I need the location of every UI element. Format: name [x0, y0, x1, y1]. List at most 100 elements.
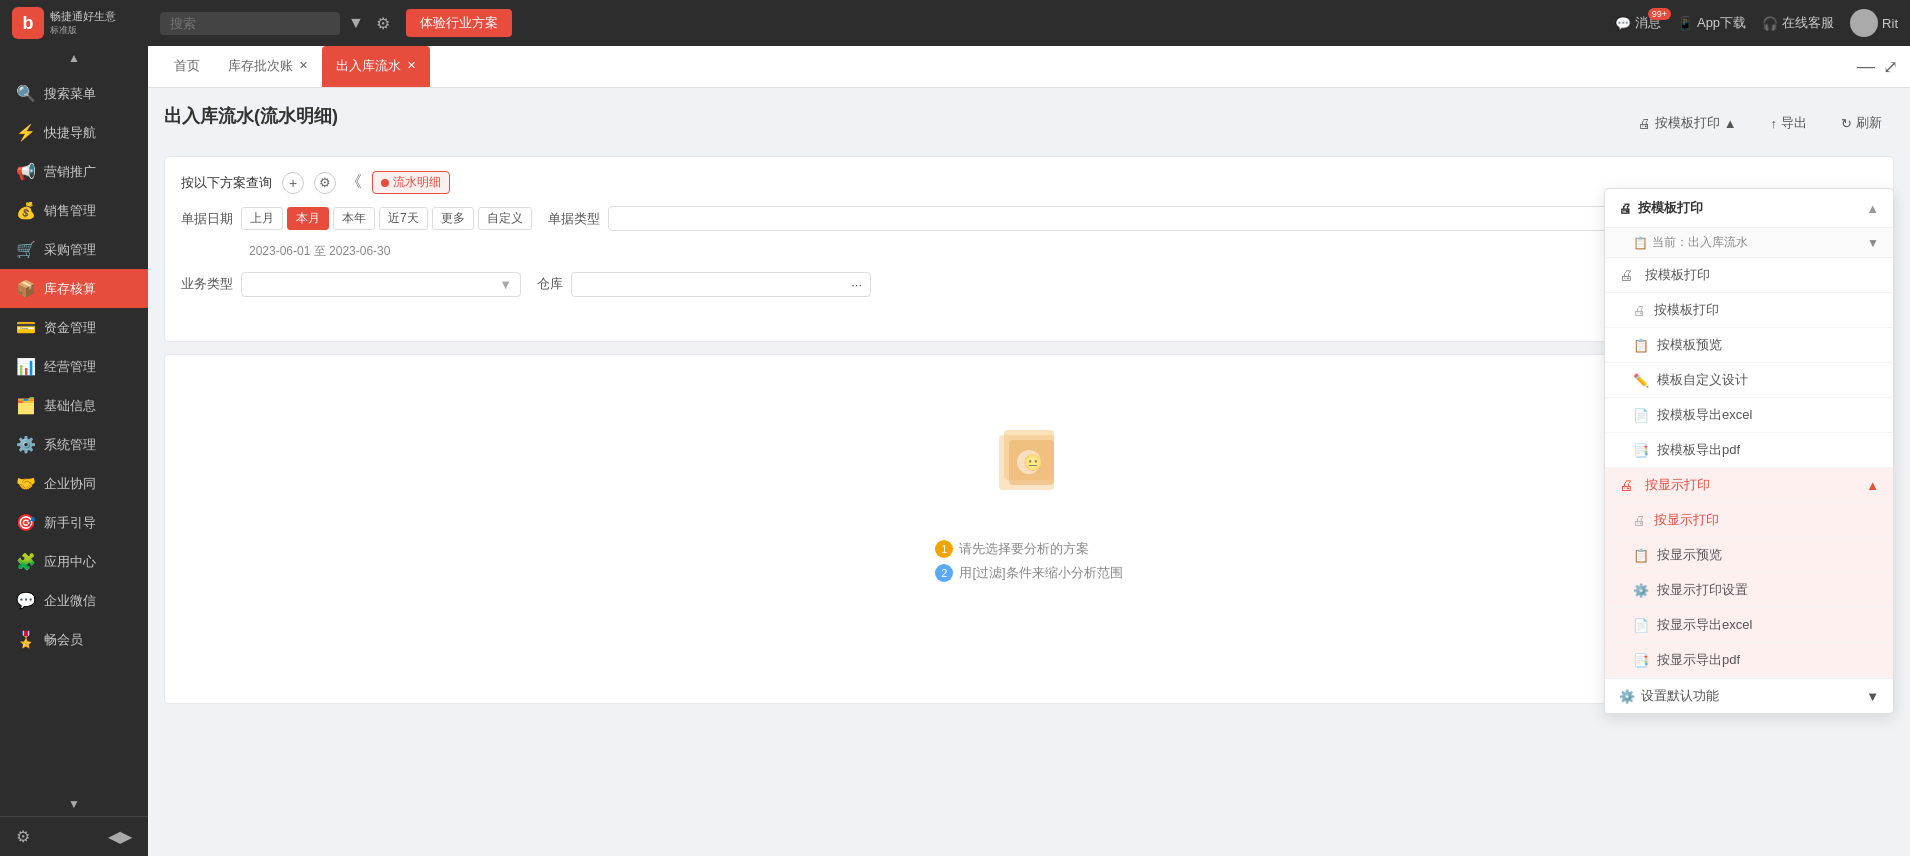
sidebar-item-search-menu[interactable]: 🔍 搜索菜单 [0, 74, 148, 113]
sidebar-item-sales[interactable]: 💰 销售管理 [0, 191, 148, 230]
print-dropdown-collapse-icon[interactable]: ▲ [1866, 201, 1879, 216]
online-service-item[interactable]: 🎧 在线客服 [1762, 14, 1834, 32]
display-export-excel-item[interactable]: 📄 按显示导出excel [1605, 608, 1893, 643]
refresh-btn[interactable]: ↻ 刷新 [1829, 109, 1894, 137]
tab-home[interactable]: 首页 [160, 46, 214, 87]
export-btn[interactable]: ↑ 导出 [1759, 109, 1820, 137]
username-label: Rit [1882, 16, 1898, 31]
template-export-pdf-item[interactable]: 📑 按模板导出pdf [1605, 433, 1893, 468]
basic-info-icon: 🗂️ [16, 396, 36, 415]
date-btn-custom[interactable]: 自定义 [478, 207, 532, 230]
tab-minimize-btn[interactable]: — [1857, 56, 1875, 77]
display-preview-icon: 📋 [1633, 548, 1649, 563]
display-preview-item[interactable]: 📋 按显示预览 [1605, 538, 1893, 573]
operations-icon: 📊 [16, 357, 36, 376]
default-settings-item[interactable]: ⚙️ 设置默认功能 ▼ [1605, 678, 1893, 713]
display-print-item-label: 按显示打印 [1654, 511, 1719, 529]
display-preview-label: 按显示预览 [1657, 546, 1722, 564]
date-btn-more[interactable]: 更多 [432, 207, 474, 230]
template-print-item[interactable]: 🖨 按模板打印 [1605, 293, 1893, 328]
sidebar-item-wechat[interactable]: 💬 企业微信 [0, 581, 148, 620]
sidebar-item-quick-nav[interactable]: ⚡ 快捷导航 [0, 113, 148, 152]
empty-tips: 1 请先选择要分析的方案 2 用[过滤]条件来缩小分析范围 [935, 540, 1122, 588]
sidebar-item-inventory[interactable]: 📦 库存核算 [0, 269, 148, 308]
export-icon: ↑ [1771, 116, 1778, 131]
sidebar-item-label: 基础信息 [44, 397, 96, 415]
template-preview-label: 按模板预览 [1657, 336, 1722, 354]
template-preview-item[interactable]: 📋 按模板预览 [1605, 328, 1893, 363]
sidebar-item-label: 采购管理 [44, 241, 96, 259]
search-tag-流水明细[interactable]: 流水明细 [372, 171, 450, 194]
top-header: b 畅捷通好生意 标准版 ▼ ⚙ 体验行业方案 💬 消息 99+ 📱 App下载… [0, 0, 1910, 46]
user-avatar-item[interactable]: Rit [1850, 9, 1898, 37]
search-collapse-btn[interactable]: 《 [346, 172, 362, 193]
inventory-icon: 📦 [16, 279, 36, 298]
tab-in-out-flow-label: 出入库流水 [336, 57, 401, 75]
sidebar-item-marketing[interactable]: 📢 营销推广 [0, 152, 148, 191]
sidebar-item-system[interactable]: ⚙️ 系统管理 [0, 425, 148, 464]
sidebar-item-finance[interactable]: 💳 资金管理 [0, 308, 148, 347]
search-arrow-icon[interactable]: ▼ [348, 14, 364, 32]
message-icon: 💬 [1615, 16, 1631, 31]
message-item[interactable]: 💬 消息 99+ [1615, 14, 1661, 32]
sidebar-scroll-up[interactable]: ▲ [0, 46, 148, 70]
sidebar-item-operations[interactable]: 📊 经营管理 [0, 347, 148, 386]
print-template-btn[interactable]: 🖨 按模板打印 ▲ [1626, 109, 1749, 137]
sidebar-item-enterprise[interactable]: 🤝 企业协同 [0, 464, 148, 503]
sidebar: ▲ 🔍 搜索菜单 ⚡ 快捷导航 📢 营销推广 💰 销售管理 🛒 采购管理 [0, 46, 148, 856]
template-export-excel-item[interactable]: 📄 按模板导出excel [1605, 398, 1893, 433]
display-print-item[interactable]: 🖨 按显示打印 [1605, 503, 1893, 538]
tab-bar-right: — ⤢ [1857, 56, 1898, 78]
print-dropdown-title: 按模板打印 [1638, 199, 1703, 217]
date-btn-this-month[interactable]: 本月 [287, 207, 329, 230]
sidebar-item-guide[interactable]: 🎯 新手引导 [0, 503, 148, 542]
app-logo: b 畅捷通好生意 标准版 [12, 7, 160, 39]
tab-in-out-flow[interactable]: 出入库流水 ✕ [322, 46, 430, 87]
sidebar-scroll-down[interactable]: ▼ [0, 792, 148, 816]
search-add-btn[interactable]: + [282, 172, 304, 194]
date-btn-this-year[interactable]: 本年 [333, 207, 375, 230]
display-export-excel-label: 按显示导出excel [1657, 616, 1752, 634]
header-settings-icon[interactable]: ⚙ [376, 14, 390, 33]
system-icon: ⚙️ [16, 435, 36, 454]
sidebar-item-basic-info[interactable]: 🗂️ 基础信息 [0, 386, 148, 425]
sidebar-item-label: 企业协同 [44, 475, 96, 493]
tip-2: 2 用[过滤]条件来缩小分析范围 [935, 564, 1122, 582]
sidebar-settings-icon[interactable]: ⚙ [16, 827, 30, 846]
template-section-icon: 🖨 [1619, 267, 1633, 283]
app-download-item[interactable]: 📱 App下载 [1677, 14, 1746, 32]
display-section-collapse[interactable]: ▲ [1866, 478, 1879, 493]
industry-btn[interactable]: 体验行业方案 [406, 9, 512, 37]
current-template-indicator: 📋 当前：出入库流水 ▼ [1605, 228, 1893, 258]
tab-in-out-flow-close[interactable]: ✕ [407, 59, 416, 72]
date-btn-7days[interactable]: 近7天 [379, 207, 428, 230]
current-template-arrow[interactable]: ▼ [1867, 236, 1879, 250]
template-pdf-icon: 📑 [1633, 443, 1649, 458]
display-print-settings-item[interactable]: ⚙️ 按显示打印设置 [1605, 573, 1893, 608]
sales-icon: 💰 [16, 201, 36, 220]
search-input[interactable] [160, 12, 340, 35]
tab-batch-ledger-close[interactable]: ✕ [299, 59, 308, 72]
marketing-icon: 📢 [16, 162, 36, 181]
date-btn-last-month[interactable]: 上月 [241, 207, 283, 230]
tab-maximize-btn[interactable]: ⤢ [1883, 56, 1898, 78]
display-print-section-header[interactable]: 🖨 按显示打印 ▲ [1605, 468, 1893, 503]
app-center-icon: 🧩 [16, 552, 36, 571]
template-print-section-header[interactable]: 🖨 按模板打印 [1605, 258, 1893, 293]
template-design-item[interactable]: ✏️ 模板自定义设计 [1605, 363, 1893, 398]
svg-text:😐: 😐 [1023, 453, 1043, 472]
headset-icon: 🎧 [1762, 16, 1778, 31]
biz-type-select[interactable]: ▼ [241, 272, 521, 297]
search-menu-icon: 🔍 [16, 84, 36, 103]
sidebar-item-purchase[interactable]: 🛒 采购管理 [0, 230, 148, 269]
tab-batch-ledger[interactable]: 库存批次账 ✕ [214, 46, 322, 87]
sidebar-collapse-icon[interactable]: ◀▶ [108, 827, 132, 846]
sidebar-item-app-center[interactable]: 🧩 应用中心 [0, 542, 148, 581]
template-export-excel-label: 按模板导出excel [1657, 406, 1752, 424]
display-export-pdf-item[interactable]: 📑 按显示导出pdf [1605, 643, 1893, 678]
warehouse-input[interactable]: ··· [571, 272, 871, 297]
sidebar-item-member[interactable]: 🎖️ 畅会员 [0, 620, 148, 659]
sidebar-item-label: 库存核算 [44, 280, 96, 298]
search-settings-btn[interactable]: ⚙ [314, 172, 336, 194]
template-export-pdf-label: 按模板导出pdf [1657, 441, 1740, 459]
